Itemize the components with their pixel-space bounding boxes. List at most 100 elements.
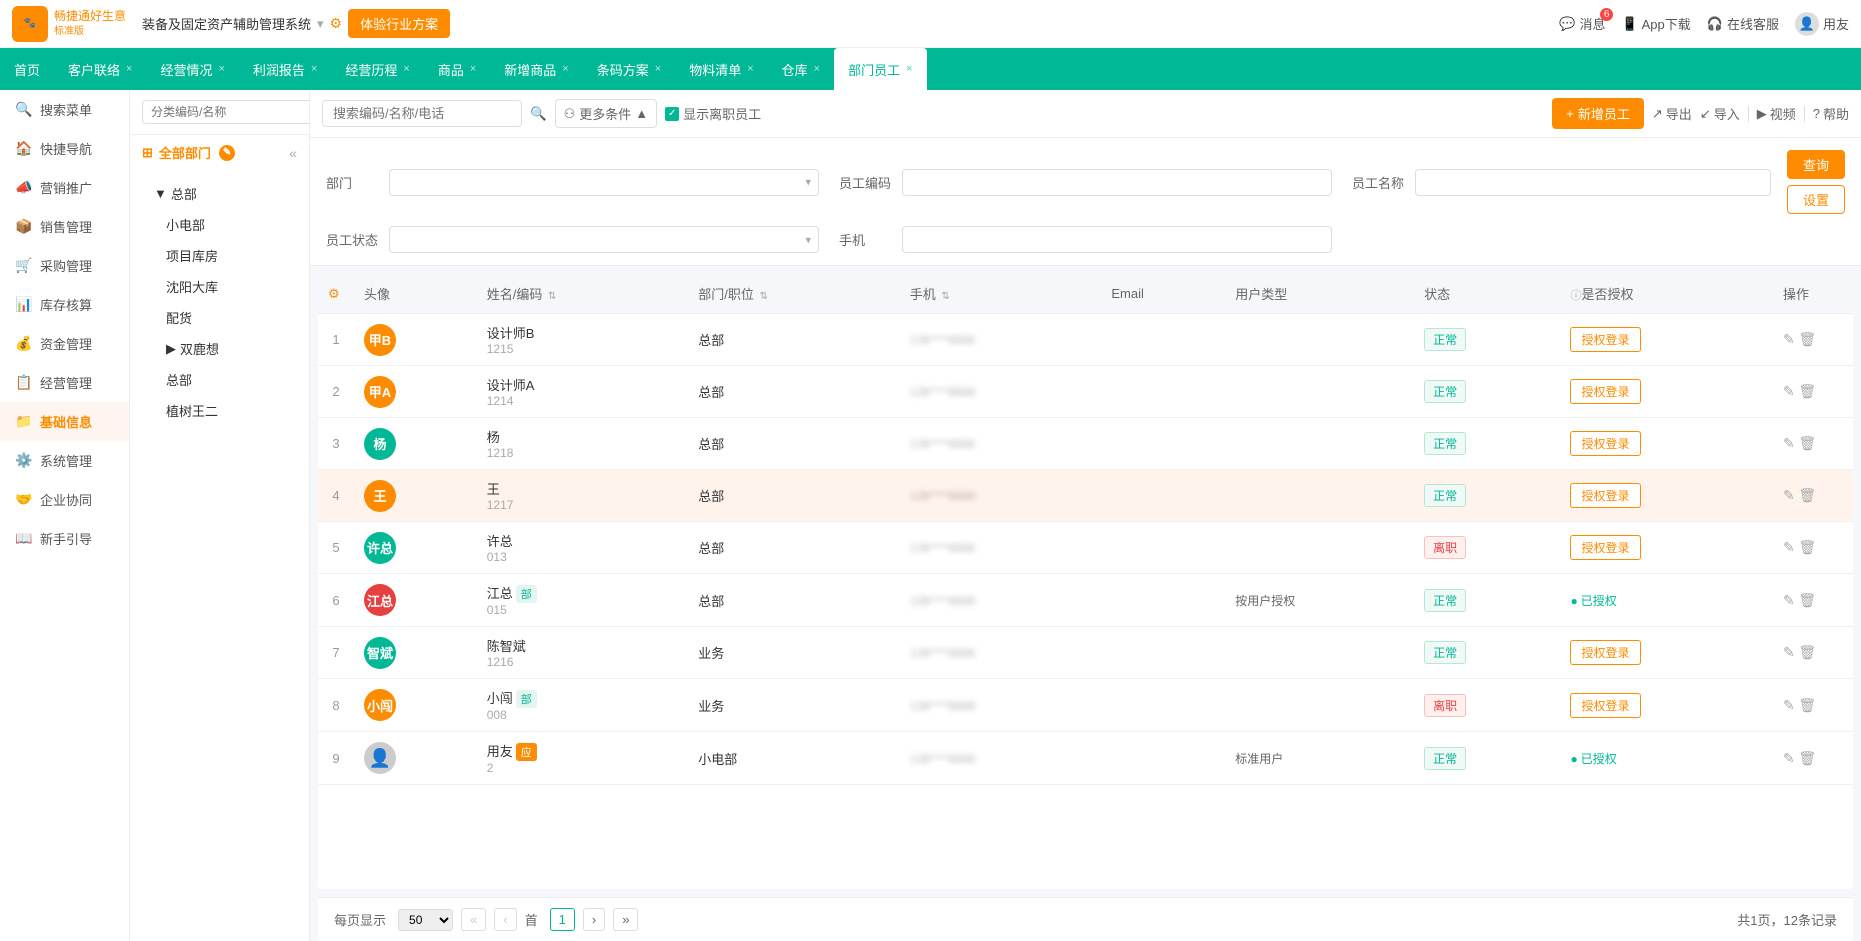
settings-icon[interactable]: ⚙ (330, 15, 343, 32)
sort-icon[interactable]: ⇅ (759, 291, 767, 302)
tab-home[interactable]: 首页 (0, 48, 54, 90)
first-page-button[interactable]: « (461, 908, 486, 931)
show-resign-checkbox-label[interactable]: ✓ 显示离职员工 (665, 104, 761, 123)
dept-node-peihuo[interactable]: 配货 (130, 302, 309, 333)
tab-goods[interactable]: 商品 × (424, 48, 490, 90)
close-icon[interactable]: × (814, 63, 820, 75)
tab-warehouse[interactable]: 仓库 × (768, 48, 834, 90)
delete-button[interactable]: 🗑 (1798, 750, 1816, 767)
edit-button[interactable]: ✎ (1783, 539, 1795, 556)
edit-button[interactable]: ✎ (1783, 383, 1795, 400)
sort-icon[interactable]: ⇅ (941, 291, 949, 302)
dept-node-zhishu[interactable]: 植树王二 (130, 395, 309, 426)
auth-button[interactable]: 授权登录 (1570, 431, 1640, 456)
dept-node-zongbu2[interactable]: 总部 (130, 364, 309, 395)
next-page-button[interactable]: › (583, 908, 605, 931)
delete-button[interactable]: 🗑 (1798, 644, 1816, 661)
edit-button[interactable]: ✎ (1783, 331, 1795, 348)
delete-button[interactable]: 🗑 (1798, 487, 1816, 504)
close-icon[interactable]: × (655, 63, 661, 75)
sidebar-item-sales[interactable]: 📦 销售管理 (0, 207, 129, 246)
edit-button[interactable]: ✎ (1783, 435, 1795, 452)
auth-button[interactable]: 授权登录 (1570, 640, 1640, 665)
sidebar-item-basic[interactable]: 📁 基础信息 (0, 402, 129, 441)
close-icon[interactable]: × (906, 63, 912, 75)
all-dept-label[interactable]: ⊞ 全部部门 ✎ « (130, 135, 309, 170)
sort-icon[interactable]: ⇅ (548, 291, 556, 302)
prev-page-button[interactable]: ‹ (494, 908, 516, 931)
phone-input[interactable] (902, 226, 1332, 253)
tab-employee[interactable]: 部门员工 × (834, 48, 926, 90)
delete-button[interactable]: 🗑 (1798, 539, 1816, 556)
sidebar-item-finance[interactable]: 💰 资金管理 (0, 324, 129, 363)
app-download-button[interactable]: 📱 App下载 (1621, 14, 1690, 33)
tab-history[interactable]: 经营历程 × (331, 48, 423, 90)
sidebar-item-purchase[interactable]: 🛒 采购管理 (0, 246, 129, 285)
dept-search-input[interactable] (142, 100, 310, 124)
more-conditions-button[interactable]: ⚇ 更多条件 ▲ (555, 99, 658, 128)
tab-barcode[interactable]: 条码方案 × (583, 48, 675, 90)
sidebar-item-collab[interactable]: 🤝 企业协同 (0, 480, 129, 519)
close-icon[interactable]: × (218, 63, 224, 75)
auth-button[interactable]: 授权登录 (1570, 535, 1640, 560)
close-icon[interactable]: × (562, 63, 568, 75)
dept-node-project[interactable]: 项目库房 (130, 240, 309, 271)
auth-button[interactable]: 授权登录 (1570, 379, 1640, 404)
help-button[interactable]: ? 帮助 (1813, 104, 1849, 123)
export-button[interactable]: ↗ 导出 (1652, 104, 1692, 123)
delete-button[interactable]: 🗑 (1798, 592, 1816, 609)
delete-button[interactable]: 🗑 (1798, 331, 1816, 348)
page-size-select[interactable]: 50 20 100 (398, 909, 453, 931)
sidebar-item-management[interactable]: 📋 经营管理 (0, 363, 129, 402)
dropdown-arrow-icon[interactable]: ▾ (317, 16, 324, 32)
sidebar-item-nav[interactable]: 🏠 快捷导航 (0, 129, 129, 168)
edit-button[interactable]: ✎ (1783, 697, 1795, 714)
close-icon[interactable]: × (747, 63, 753, 75)
query-button[interactable]: 查询 (1787, 150, 1845, 179)
search-button[interactable]: 🔍 (530, 106, 547, 122)
column-settings-button[interactable]: ⚙ (328, 286, 340, 302)
tab-material[interactable]: 物料清单 × (675, 48, 767, 90)
setup-button[interactable]: 设置 (1787, 185, 1845, 214)
online-service-button[interactable]: 🎧 在线客服 (1707, 14, 1779, 33)
tab-add-goods[interactable]: 新增商品 × (490, 48, 582, 90)
tab-customer[interactable]: 客户联络 × (54, 48, 146, 90)
close-icon[interactable]: × (126, 63, 132, 75)
search-input[interactable] (322, 100, 522, 127)
employee-name-input[interactable] (1415, 169, 1771, 196)
sidebar-item-guide[interactable]: 📖 新手引导 (0, 519, 129, 558)
delete-button[interactable]: 🗑 (1798, 435, 1816, 452)
tab-profit[interactable]: 利润报告 × (239, 48, 331, 90)
dept-node-shuanglu[interactable]: ▶ 双鹿想 (130, 333, 309, 364)
dept-select[interactable] (389, 169, 819, 196)
trial-button[interactable]: 体验行业方案 (348, 9, 450, 38)
collapse-button[interactable]: « (289, 145, 297, 161)
auth-button[interactable]: 授权登录 (1570, 693, 1640, 718)
edit-button[interactable]: ✎ (1783, 644, 1795, 661)
close-icon[interactable]: × (311, 63, 317, 75)
employee-code-input[interactable] (902, 169, 1332, 196)
edit-button[interactable]: ✎ (1783, 487, 1795, 504)
video-button[interactable]: ▶ 视频 (1757, 104, 1796, 123)
message-button[interactable]: 💬 6 消息 (1559, 14, 1605, 33)
delete-button[interactable]: 🗑 (1798, 697, 1816, 714)
last-page-button[interactable]: » (613, 908, 638, 931)
dept-node-xiaodian[interactable]: 小电部 (130, 209, 309, 240)
auth-button[interactable]: 授权登录 (1570, 327, 1640, 352)
status-select[interactable] (389, 226, 819, 253)
dept-node-zongbu[interactable]: ▼ 总部 (130, 178, 309, 209)
close-icon[interactable]: × (403, 63, 409, 75)
dept-node-shenyang[interactable]: 沈阳大库 (130, 271, 309, 302)
sidebar-item-system[interactable]: ⚙️ 系统管理 (0, 441, 129, 480)
sidebar-item-search[interactable]: 🔍 搜索菜单 (0, 90, 129, 129)
auth-button[interactable]: 授权登录 (1570, 483, 1640, 508)
close-icon[interactable]: × (470, 63, 476, 75)
sidebar-item-inventory[interactable]: 📊 库存核算 (0, 285, 129, 324)
edit-button[interactable]: ✎ (1783, 750, 1795, 767)
user-menu[interactable]: 👤 用友 (1795, 12, 1849, 36)
add-employee-button[interactable]: + 新增员工 (1552, 98, 1644, 129)
import-button[interactable]: ↙ 导入 (1700, 104, 1740, 123)
sidebar-item-marketing[interactable]: 📣 营销推广 (0, 168, 129, 207)
delete-button[interactable]: 🗑 (1798, 383, 1816, 400)
edit-button[interactable]: ✎ (1783, 592, 1795, 609)
